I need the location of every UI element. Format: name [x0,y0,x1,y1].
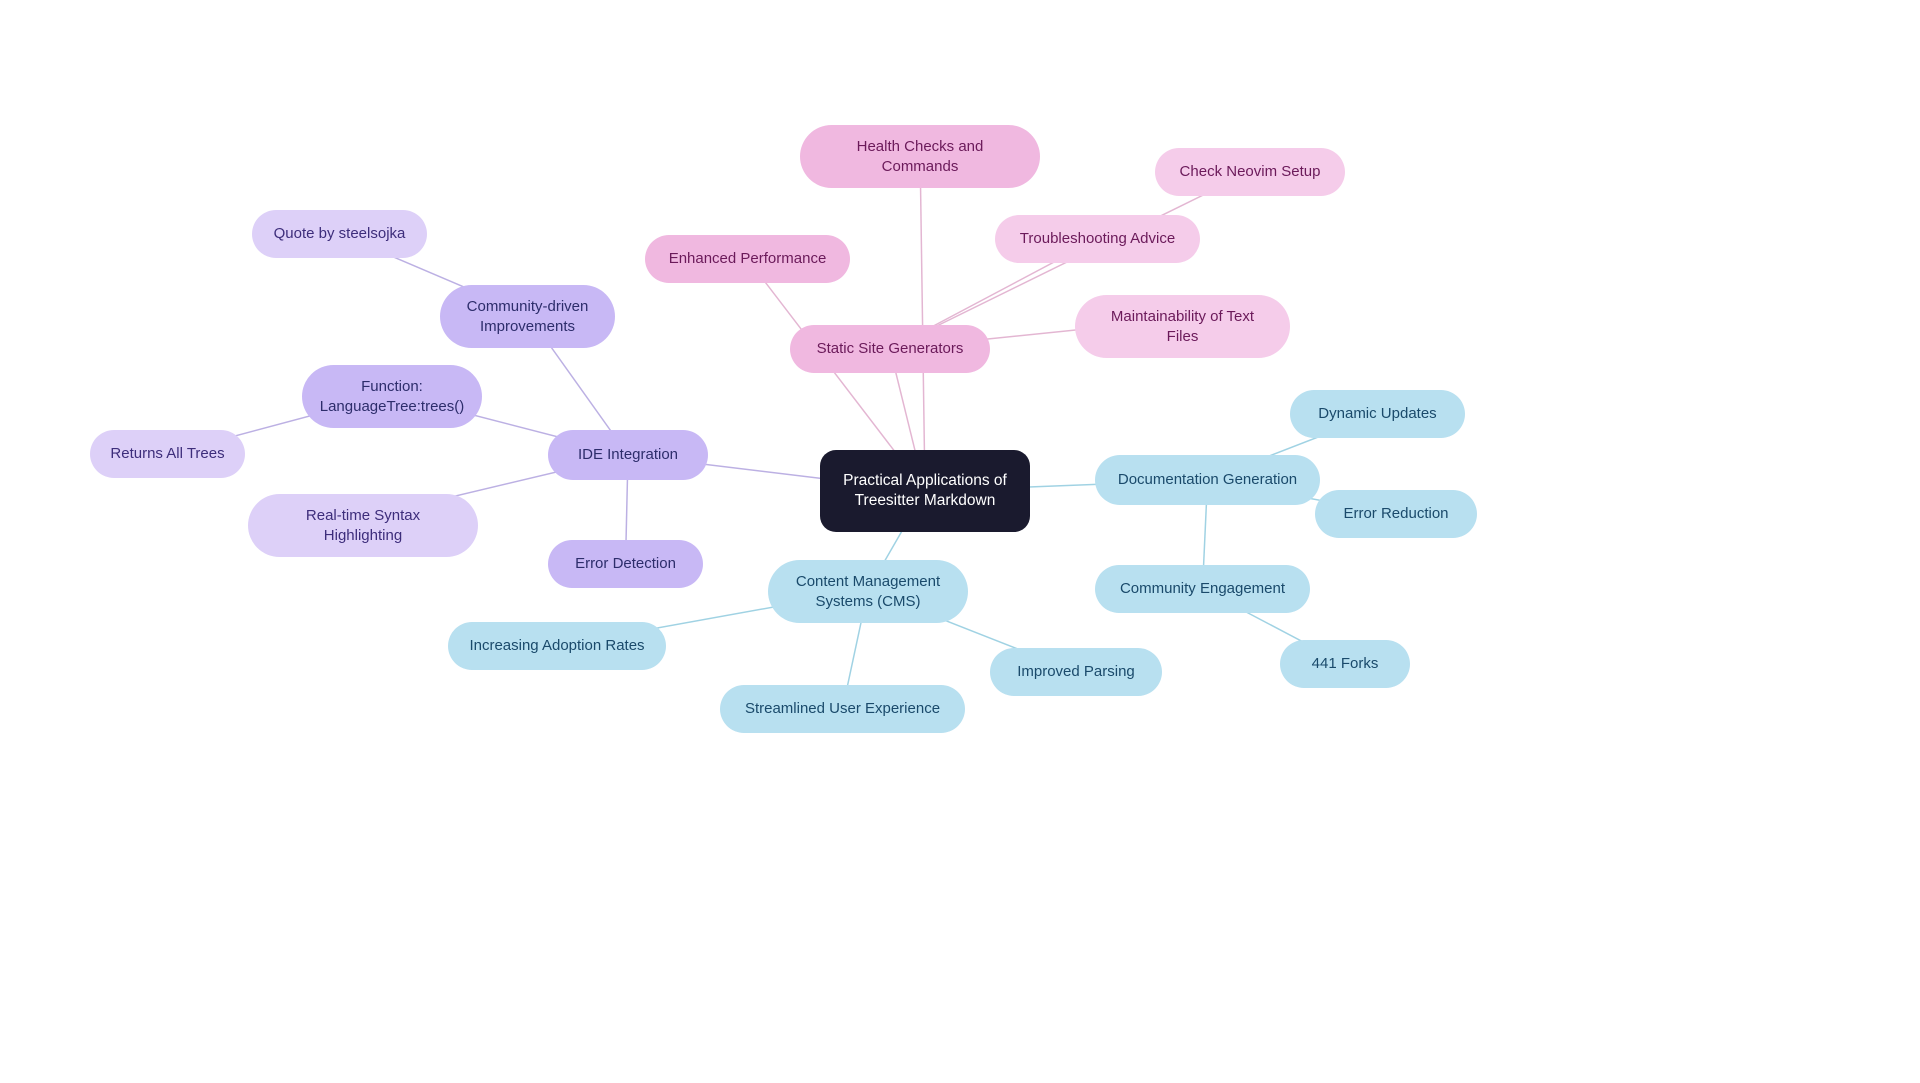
node-streamlined_ux[interactable]: Streamlined User Experience [720,685,965,733]
node-health_checks[interactable]: Health Checks and Commands [800,125,1040,188]
node-community_driven[interactable]: Community-drivenImprovements [440,285,615,348]
node-static_site[interactable]: Static Site Generators [790,325,990,373]
node-troubleshooting[interactable]: Troubleshooting Advice [995,215,1200,263]
node-returns_all_trees[interactable]: Returns All Trees [90,430,245,478]
node-increasing_adoption[interactable]: Increasing Adoption Rates [448,622,666,670]
node-maintainability[interactable]: Maintainability of Text Files [1075,295,1290,358]
node-realtime_syntax[interactable]: Real-time Syntax Highlighting [248,494,478,557]
node-improved_parsing[interactable]: Improved Parsing [990,648,1162,696]
node-function_lang[interactable]: Function:LanguageTree:trees() [302,365,482,428]
node-check_neovim[interactable]: Check Neovim Setup [1155,148,1345,196]
node-cms[interactable]: Content ManagementSystems (CMS) [768,560,968,623]
node-forks_441[interactable]: 441 Forks [1280,640,1410,688]
node-community_engagement[interactable]: Community Engagement [1095,565,1310,613]
node-ide_integration[interactable]: IDE Integration [548,430,708,480]
node-quote_steelsojka[interactable]: Quote by steelsojka [252,210,427,258]
node-documentation_gen[interactable]: Documentation Generation [1095,455,1320,505]
node-center[interactable]: Practical Applications ofTreesitter Mark… [820,450,1030,532]
node-enhanced_performance[interactable]: Enhanced Performance [645,235,850,283]
node-error_detection[interactable]: Error Detection [548,540,703,588]
node-error_reduction[interactable]: Error Reduction [1315,490,1477,538]
mindmap-container: Practical Applications ofTreesitter Mark… [0,0,1920,1083]
node-dynamic_updates[interactable]: Dynamic Updates [1290,390,1465,438]
